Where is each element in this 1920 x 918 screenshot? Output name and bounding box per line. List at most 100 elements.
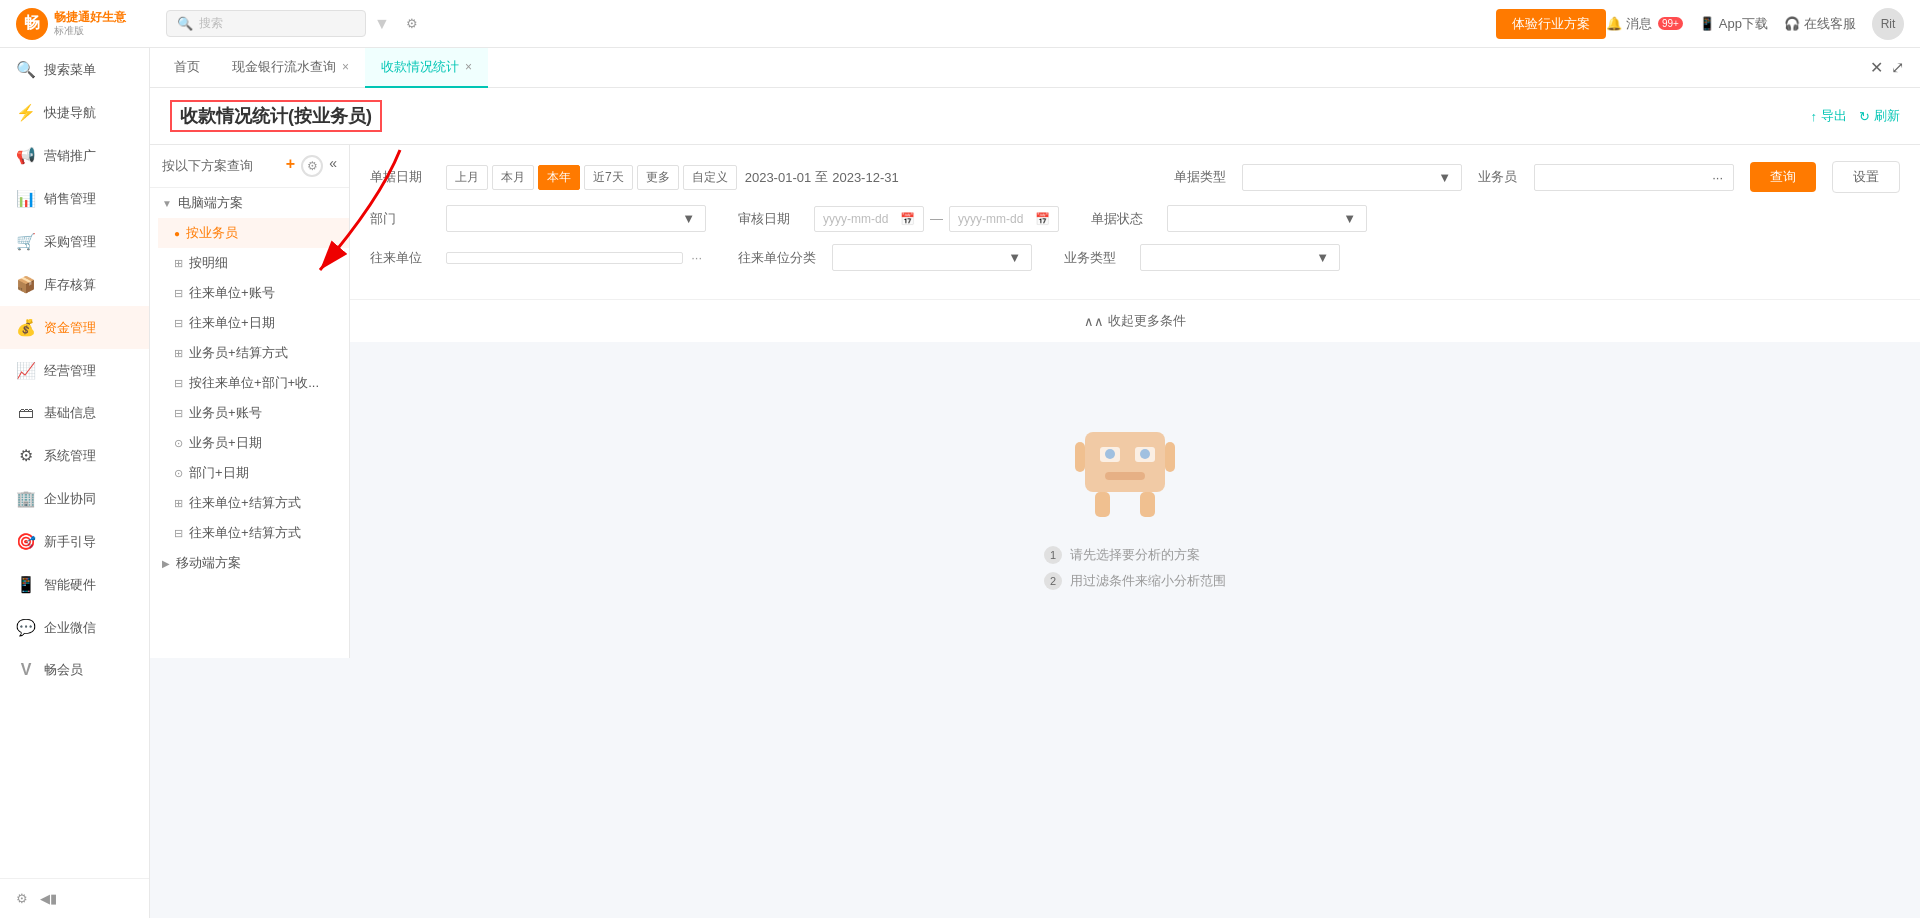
date-btn-custom[interactable]: 自定义 (683, 165, 737, 190)
sidebar-item-quick-nav[interactable]: ⚡ 快捷导航 (0, 91, 149, 134)
biz-type-select[interactable]: ▼ (1140, 244, 1340, 271)
right-content: 单据日期 上月 本月 本年 近7天 更多 自定义 (350, 145, 1920, 658)
ss-icon: ⊞ (174, 347, 183, 360)
desktop-tree-children: ● 按业务员 ⊞ 按明细 ⊟ 往来单位+账号 ⊟ (150, 218, 349, 548)
tree-node-dept-date[interactable]: ⊙ 部门+日期 (158, 458, 349, 488)
counterpart-more-icon[interactable]: ··· (691, 250, 702, 265)
dd-icon: ⊙ (174, 467, 183, 480)
download-icon: 📱 (1699, 16, 1715, 31)
sidebar-item-member[interactable]: V 畅会员 (0, 649, 149, 691)
svg-rect-7 (1140, 492, 1155, 517)
bank-flow-close-icon[interactable]: × (342, 60, 349, 74)
sidebar-item-search[interactable]: 🔍 搜索菜单 (0, 48, 149, 91)
expand-tab-icon[interactable]: ⤢ (1891, 58, 1904, 77)
sidebar-item-guide[interactable]: 🎯 新手引导 (0, 520, 149, 563)
doc-type-select[interactable]: ▼ (1242, 164, 1462, 191)
doc-status-select[interactable]: ▼ (1167, 205, 1367, 232)
export-icon: ↑ (1811, 109, 1818, 124)
date-btn-7days[interactable]: 近7天 (584, 165, 633, 190)
salesperson-select[interactable]: ··· (1534, 164, 1734, 191)
dept-select[interactable]: ▼ (446, 205, 706, 232)
date-btn-last-month[interactable]: 上月 (446, 165, 488, 190)
cds-icon: ⊟ (174, 377, 183, 390)
sidebar-item-sales[interactable]: 📊 销售管理 (0, 177, 149, 220)
search-icon: 🔍 (177, 16, 193, 31)
sidebar-item-operations[interactable]: 📈 经营管理 (0, 349, 149, 392)
tree-node-counterpart-settle[interactable]: ⊞ 往来单位+结算方式 (158, 488, 349, 518)
gear-icon[interactable]: ⚙ (406, 16, 418, 31)
collapse-sidebar-icon[interactable]: ◀▮ (40, 891, 57, 906)
counterpart-category-select[interactable]: ▼ (832, 244, 1032, 271)
date-btn-this-year[interactable]: 本年 (538, 165, 580, 190)
active-node-icon: ● (174, 228, 180, 239)
date-shortcuts: 上月 本月 本年 近7天 更多 自定义 (446, 165, 737, 190)
tree-node-by-detail[interactable]: ⊞ 按明细 (158, 248, 349, 278)
date-range-display: 2023-01-01 至 2023-12-31 (745, 168, 899, 186)
search-box[interactable]: 🔍 搜索 (166, 10, 366, 37)
tab-home[interactable]: 首页 (158, 48, 216, 88)
cs-icon: ⊞ (174, 497, 183, 510)
tip-1-text: 请先选择要分析的方案 (1070, 546, 1200, 564)
tree-node-salesperson-account[interactable]: ⊟ 业务员+账号 (158, 398, 349, 428)
collection-stat-close-icon[interactable]: × (465, 60, 472, 74)
audit-date-start[interactable]: yyyy-mm-dd 📅 (814, 206, 924, 232)
inventory-icon: 📦 (16, 275, 36, 294)
cd-icon: ⊟ (174, 317, 183, 330)
trial-button[interactable]: 体验行业方案 (1496, 9, 1606, 39)
filter-row-1: 单据日期 上月 本月 本年 近7天 更多 自定义 (370, 161, 1900, 193)
sidebar-item-basic-info[interactable]: 🗃 基础信息 (0, 392, 149, 434)
collapse-panel-icon[interactable]: « (329, 155, 337, 177)
tab-bank-flow[interactable]: 现金银行流水查询 × (216, 48, 365, 88)
sidebar-footer: ⚙ ◀▮ (0, 878, 149, 918)
sidebar-item-purchase[interactable]: 🛒 采购管理 (0, 220, 149, 263)
tree-node-counterpart-date[interactable]: ⊟ 往来单位+日期 (158, 308, 349, 338)
sales-icon: 📊 (16, 189, 36, 208)
settings-footer-icon[interactable]: ⚙ (16, 891, 28, 906)
close-tab-icon[interactable]: ✕ (1870, 58, 1883, 77)
tree-node-salesperson-date[interactable]: ⊙ 业务员+日期 (158, 428, 349, 458)
tab-bar: 首页 现金银行流水查询 × 收款情况统计 × ✕ ⤢ (150, 48, 1920, 88)
sidebar-item-enterprise[interactable]: 🏢 企业协同 (0, 477, 149, 520)
tree-node-counterpart-dept[interactable]: ⊟ 按往来单位+部门+收... (158, 368, 349, 398)
date-btn-this-month[interactable]: 本月 (492, 165, 534, 190)
dropdown-icon[interactable]: ▼ (374, 15, 390, 33)
tree-node-by-salesperson[interactable]: ● 按业务员 (158, 218, 349, 248)
mobile-group[interactable]: ▶ 移动端方案 (150, 548, 349, 578)
empty-state: 1 请先选择要分析的方案 2 用过滤条件来缩小分析范围 (350, 342, 1920, 658)
sidebar-item-wechat[interactable]: 💬 企业微信 (0, 606, 149, 649)
app-download-btn[interactable]: 📱 App下载 (1699, 15, 1768, 33)
tab-collection-stat[interactable]: 收款情况统计 × (365, 48, 488, 88)
audit-date-end[interactable]: yyyy-mm-dd 📅 (949, 206, 1059, 232)
expand-icon: ▼ (162, 198, 172, 209)
collapse-btn[interactable]: ∧∧ 收起更多条件 (1072, 308, 1198, 334)
settings-button[interactable]: 设置 (1832, 161, 1900, 193)
filter-panel: 单据日期 上月 本月 本年 近7天 更多 自定义 (350, 145, 1920, 299)
detail-icon: ⊞ (174, 257, 183, 270)
svg-rect-3 (1105, 472, 1145, 480)
home-tab-label: 首页 (174, 58, 200, 76)
avatar[interactable]: Rit (1872, 8, 1904, 40)
date-btn-more[interactable]: 更多 (637, 165, 679, 190)
messages-btn[interactable]: 🔔 消息 99+ (1606, 15, 1683, 33)
sidebar-item-smart-hw[interactable]: 📱 智能硬件 (0, 563, 149, 606)
online-service-btn[interactable]: 🎧 在线客服 (1784, 15, 1856, 33)
biz-type-label: 业务类型 (1064, 249, 1124, 267)
add-scheme-icon[interactable]: + (286, 155, 295, 177)
tree-node-counterpart-settle2[interactable]: ⊟ 往来单位+结算方式 (158, 518, 349, 548)
sidebar-item-marketing[interactable]: 📢 营销推广 (0, 134, 149, 177)
sidebar-item-finance[interactable]: 💰 资金管理 (0, 306, 149, 349)
scheme-settings-icon[interactable]: ⚙ (301, 155, 323, 177)
inner-layout: 按以下方案查询 + ⚙ « ▼ 电脑端方案 ● (150, 145, 1920, 658)
desktop-group[interactable]: ▼ 电脑端方案 (150, 188, 349, 218)
header-search: 🔍 搜索 ▼ ⚙ (166, 10, 1496, 37)
query-button[interactable]: 查询 (1750, 162, 1816, 192)
sidebar-item-system[interactable]: ⚙ 系统管理 (0, 434, 149, 477)
tip-2-text: 用过滤条件来缩小分析范围 (1070, 572, 1226, 590)
tree-node-salesperson-settle[interactable]: ⊞ 业务员+结算方式 (158, 338, 349, 368)
counterpart-input[interactable] (446, 252, 683, 264)
refresh-btn[interactable]: ↻ 刷新 (1859, 107, 1900, 125)
search-icon: 🔍 (16, 60, 36, 79)
export-btn[interactable]: ↑ 导出 (1811, 107, 1848, 125)
sidebar-item-inventory[interactable]: 📦 库存核算 (0, 263, 149, 306)
tree-node-counterpart-account[interactable]: ⊟ 往来单位+账号 (158, 278, 349, 308)
